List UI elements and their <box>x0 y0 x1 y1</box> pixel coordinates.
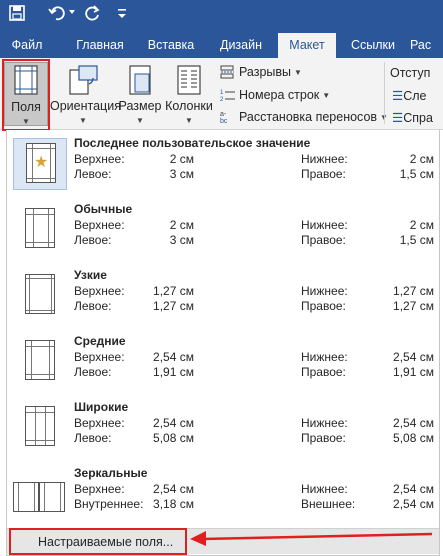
margins-values-row: Левое: 3 см Правое: 1,5 см <box>74 233 434 247</box>
margins-preview-thumbnail <box>13 204 67 256</box>
indent-label: Отступ <box>390 66 431 80</box>
margins-option-normal[interactable]: Обычные Верхнее: 2 см Нижнее: 2 см Левое: 3… <box>7 196 439 262</box>
margins-preview-thumbnail <box>13 402 67 454</box>
save-icon[interactable] <box>8 4 30 26</box>
margins-values-row: Левое: 1,91 см Правое: 1,91 см <box>74 365 434 379</box>
hyphenation-icon: a-bc <box>220 110 236 125</box>
annotation-arrow <box>190 531 433 546</box>
undo-icon[interactable] <box>48 4 70 26</box>
orientation-icon <box>67 64 99 99</box>
ribbon-tabs: Файл Главная Вставка Дизайн Макет Ссылки… <box>0 30 443 58</box>
margins-values-row: Верхнее: 2 см Нижнее: 2 см <box>74 218 434 232</box>
margins-values-row: Верхнее: 2,54 см Нижнее: 2,54 см <box>74 482 434 496</box>
size-label: Размер <box>118 99 162 113</box>
margins-values-row: Верхнее: 2,54 см Нижнее: 2,54 см <box>74 416 434 430</box>
margins-values-row: Верхнее: 2 см Нижнее: 2 см <box>74 152 434 166</box>
margins-preview-thumbnail <box>13 270 67 322</box>
svg-text:bc: bc <box>220 118 228 124</box>
margins-option-last-custom[interactable]: ★ Последнее пользовательское значение Ве… <box>7 130 439 196</box>
redo-icon[interactable] <box>84 4 106 26</box>
tab-layout[interactable]: Макет <box>278 33 336 58</box>
margins-preview-thumbnail: ★ <box>13 138 67 190</box>
indent-right-field[interactable]: ☰Спра <box>392 110 433 125</box>
margins-option-moderate[interactable]: Средние Верхнее: 2,54 см Нижнее: 2,54 см Л… <box>7 328 439 394</box>
indent-left-label: Сле <box>403 89 427 103</box>
svg-text:a-: a- <box>220 111 227 118</box>
margins-values-row: Левое: 1,27 см Правое: 1,27 см <box>74 299 434 313</box>
orientation-button[interactable]: Ориентация ▼ <box>50 62 121 126</box>
indent-right-icon: ☰ <box>392 111 404 125</box>
tab-insert[interactable]: Вставка <box>145 30 197 58</box>
size-icon <box>126 64 154 99</box>
indent-left-field[interactable]: ☰Сле <box>392 88 427 103</box>
margins-values-row: Внутреннее: 3,18 см Внешнее: 2,54 см <box>74 497 434 511</box>
columns-button[interactable]: Колонки ▼ <box>164 62 214 126</box>
ribbon-separator <box>384 62 385 124</box>
customize-qat-icon[interactable] <box>116 7 138 29</box>
margins-values-row: Левое: 3 см Правое: 1,5 см <box>74 167 434 181</box>
tab-mailings[interactable]: Рас <box>410 30 443 58</box>
undo-dropdown-icon[interactable] <box>68 8 78 30</box>
quick-access-toolbar <box>0 0 443 30</box>
margins-option-narrow[interactable]: Узкие Верхнее: 1,27 см Нижнее: 1,27 см Лев… <box>7 262 439 328</box>
hyphenation-label: Расстановка переносов <box>239 110 378 124</box>
margins-option-name: Средние <box>74 334 126 348</box>
columns-icon <box>176 64 202 99</box>
margins-gallery: ★ Последнее пользовательское значение Ве… <box>6 130 440 556</box>
columns-label: Колонки <box>165 99 213 113</box>
ribbon-layout: Поля ▼ Ориентация ▼ Размер ▼ Колонки ▼ Р… <box>0 58 443 130</box>
indent-right-label: Спра <box>403 111 433 125</box>
line-numbers-button[interactable]: 12 Номера строк ▼ <box>220 85 330 105</box>
svg-text:1: 1 <box>220 90 224 96</box>
svg-text:2: 2 <box>220 97 224 102</box>
hyphenation-button[interactable]: a-bc Расстановка переносов ▼ <box>220 107 388 127</box>
margins-preview-thumbnail <box>9 468 69 520</box>
star-icon: ★ <box>34 154 49 171</box>
chevron-down-icon: ▼ <box>294 67 302 77</box>
margins-option-mirrored[interactable]: Зеркальные Верхнее: 2,54 см Нижнее: 2,54 с… <box>7 460 439 526</box>
tab-file[interactable]: Файл <box>6 30 48 58</box>
tab-home[interactable]: Главная <box>74 30 126 58</box>
margins-values-row: Левое: 5,08 см Правое: 5,08 см <box>74 431 434 445</box>
margins-option-name: Зеркальные <box>74 466 148 480</box>
chevron-down-icon: ▼ <box>322 90 331 100</box>
indent-left-icon: ☰ <box>392 89 404 103</box>
custom-margins-highlight-box <box>9 528 187 555</box>
margins-option-name: Широкие <box>74 400 129 414</box>
orientation-label: Ориентация <box>50 99 121 113</box>
chevron-down-icon: ▼ <box>185 116 193 125</box>
margins-highlight-box <box>2 59 50 131</box>
line-numbers-label: Номера строк <box>239 88 320 102</box>
chevron-down-icon: ▼ <box>136 116 144 125</box>
chevron-down-icon: ▼ <box>79 116 87 125</box>
breaks-label: Разрывы <box>239 65 292 79</box>
margins-preview-thumbnail <box>13 336 67 388</box>
breaks-icon <box>220 65 236 79</box>
margins-option-name: Последнее пользовательское значение <box>74 136 311 150</box>
margins-values-row: Верхнее: 2,54 см Нижнее: 2,54 см <box>74 350 434 364</box>
margins-values-row: Верхнее: 1,27 см Нижнее: 1,27 см <box>74 284 434 298</box>
margins-option-name: Обычные <box>74 202 133 216</box>
margins-option-name: Узкие <box>74 268 107 282</box>
margins-option-wide[interactable]: Широкие Верхнее: 2,54 см Нижнее: 2,54 см Л… <box>7 394 439 460</box>
tab-references[interactable]: Ссылки <box>346 30 400 58</box>
size-button[interactable]: Размер ▼ <box>118 62 162 126</box>
breaks-button[interactable]: Разрывы ▼ <box>220 62 302 82</box>
tab-design[interactable]: Дизайн <box>215 30 267 58</box>
line-numbers-icon: 12 <box>220 88 236 103</box>
